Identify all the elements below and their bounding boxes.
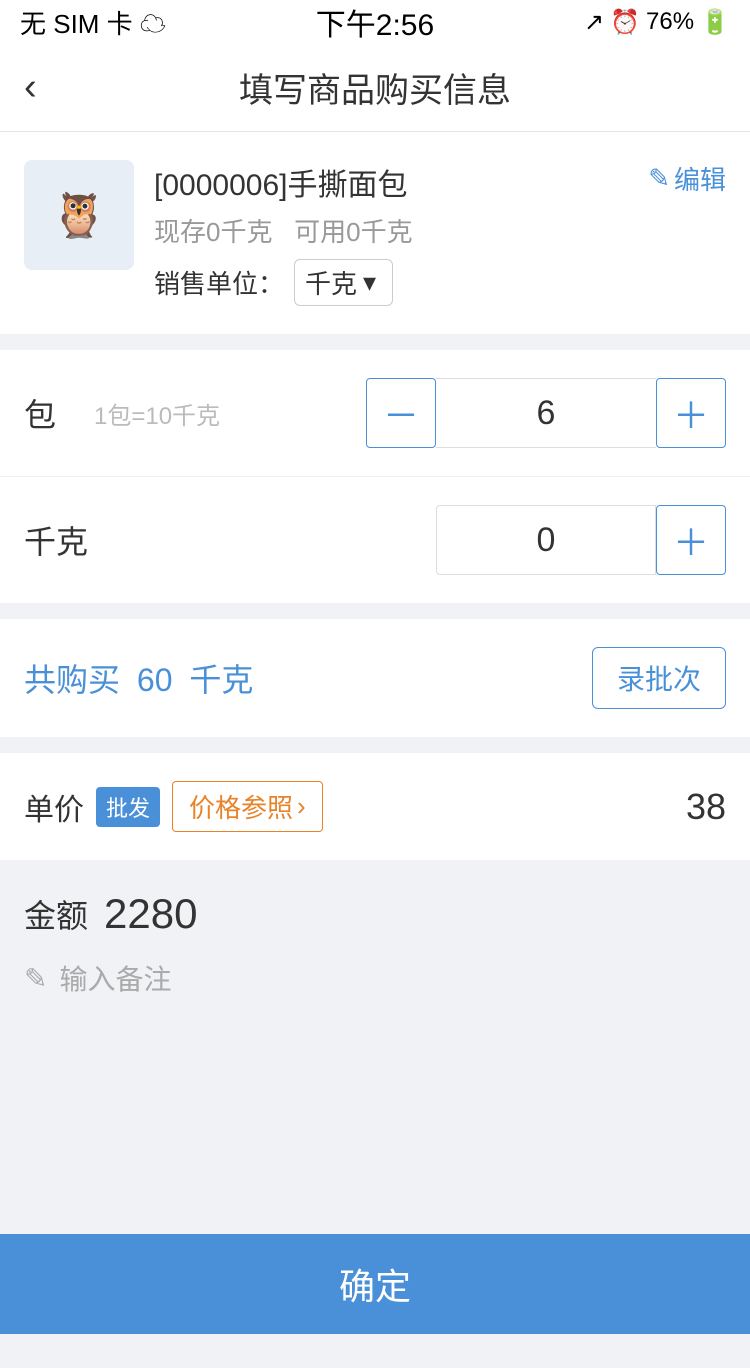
product-card: 🦉 [0000006]手撕面包 现存0千克 可用0千克 销售单位： 千克 ▾ ✎… [0,132,750,334]
battery-icon: 🔋 [700,8,730,37]
status-right: ↗ ⏰ 76% 🔋 [584,8,730,37]
price-section: 单价 批发 价格参照 › 38 [0,753,750,860]
kg-input[interactable] [436,505,656,575]
quantity-bao-row: 包 1包=10千克 － ＋ [0,350,750,477]
product-info: [0000006]手撕面包 现存0千克 可用0千克 销售单位： 千克 ▾ [154,160,726,306]
amount-section: 金额 2280 ✎ 输入备注 [0,862,750,1028]
location-icon: ↗ [584,8,604,37]
bao-hint: 1包=10千克 [94,396,366,431]
confirm-button-label: 确定 [339,1258,411,1310]
product-stock: 现存0千克 可用0千克 [154,212,726,249]
bao-input[interactable] [436,378,656,448]
bao-label: 包 [24,390,84,436]
quantity-kg-row: 千克 ＋ [0,477,750,603]
amount-label: 金额 [24,891,88,937]
quantity-section: 包 1包=10千克 － ＋ 千克 ＋ [0,350,750,603]
status-time: 下午2:56 [316,0,434,44]
clock-icon: ⏰ [610,8,640,37]
product-logo: 🦉 [52,189,107,241]
price-row: 单价 批发 价格参照 › 38 [24,781,726,832]
unit-selector[interactable]: 千克 ▾ [294,259,393,306]
bao-controls: － ＋ [366,378,726,448]
status-bar: 无 SIM 卡 ☁ 下午2:56 ↗ ⏰ 76% 🔋 [0,0,750,44]
chevron-down-icon: ▾ [363,267,376,298]
confirm-bar[interactable]: 确定 [0,1234,750,1334]
back-button[interactable]: ‹ [24,66,37,109]
bao-minus-button[interactable]: － [366,378,436,448]
total-text: 共购买 60 千克 [24,655,253,701]
product-name: [0000006]手撕面包 [154,160,726,204]
price-left: 单价 批发 价格参照 › [24,781,323,832]
batch-button[interactable]: 录批次 [592,647,726,709]
price-label: 单价 [24,785,84,829]
nav-bar: ‹ 填写商品购买信息 [0,44,750,132]
edit-button[interactable]: ✎ 编辑 [648,160,726,197]
product-section: 🦉 [0000006]手撕面包 现存0千克 可用0千克 销售单位： 千克 ▾ ✎… [0,132,750,334]
page-title: 填写商品购买信息 [239,63,511,112]
back-arrow-icon: ‹ [24,66,37,108]
bao-plus-button[interactable]: ＋ [656,378,726,448]
sim-status: 无 SIM 卡 ☁ [20,4,166,41]
note-placeholder: 输入备注 [59,958,171,998]
battery-status: 76% [646,8,694,36]
total-row: 共购买 60 千克 录批次 [0,619,750,737]
price-value: 38 [686,786,726,828]
edit-icon: ✎ [648,163,670,194]
total-amount: 60 [137,662,173,698]
note-icon: ✎ [24,962,47,995]
note-row[interactable]: ✎ 输入备注 [24,958,726,1028]
product-unit-row: 销售单位： 千克 ▾ [154,259,726,306]
amount-value: 2280 [104,890,197,938]
kg-label: 千克 [24,517,88,563]
kg-plus-button[interactable]: ＋ [656,505,726,575]
price-ref-button[interactable]: 价格参照 › [172,781,323,832]
price-tag: 批发 [96,787,160,827]
status-left: 无 SIM 卡 ☁ [20,4,166,41]
amount-row: 金额 2280 [24,890,726,958]
kg-controls: ＋ [436,505,726,575]
product-image: 🦉 [24,160,134,270]
chevron-right-icon: › [297,791,306,822]
